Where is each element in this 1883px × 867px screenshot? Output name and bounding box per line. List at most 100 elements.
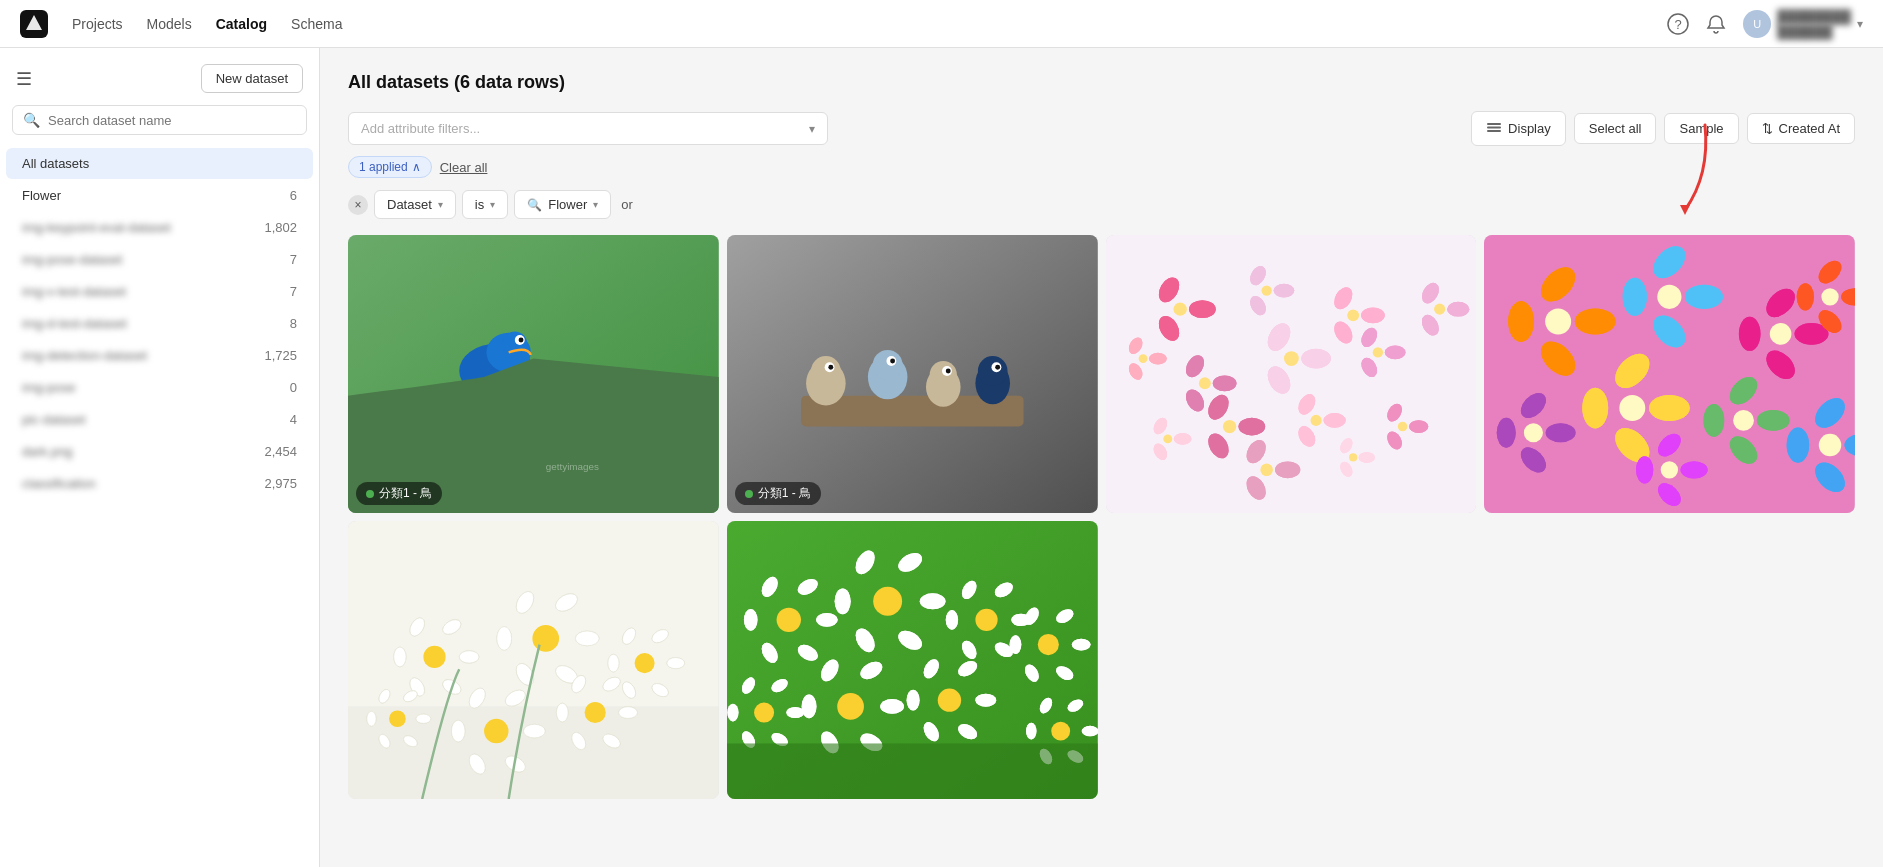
svg-point-51 (1361, 307, 1385, 323)
main-content: All datasets (6 data rows) Add attribute… (320, 48, 1883, 867)
svg-point-86 (1238, 418, 1265, 436)
sidebar-item-7[interactable]: img-pose0 (6, 372, 313, 403)
sidebar-item-count: 7 (290, 284, 297, 299)
sidebar-item-label: pic-dataset (22, 412, 86, 427)
help-icon[interactable]: ? (1667, 13, 1689, 35)
svg-point-261 (416, 714, 431, 723)
sidebar-menu-icon[interactable]: ☰ (16, 68, 32, 90)
svg-point-137 (1575, 309, 1616, 335)
svg-point-264 (367, 711, 376, 726)
sidebar-item-label: Flower (22, 188, 61, 203)
sidebar-item-label: All datasets (22, 156, 89, 171)
sidebar-items-list: All datasets Flower6img-keypoint-eval-dat… (0, 147, 319, 500)
sidebar-item-3[interactable]: img-pose-dataset7 (6, 244, 313, 275)
search-mini-icon: 🔍 (527, 198, 542, 212)
sort-created-at-button[interactable]: ⇅ Created At (1747, 113, 1855, 144)
svg-point-333 (975, 609, 997, 631)
svg-point-96 (1310, 415, 1321, 426)
sidebar-item-count: 1,802 (264, 220, 297, 235)
svg-point-146 (1685, 285, 1723, 309)
svg-point-211 (1636, 456, 1653, 483)
svg-point-346 (754, 703, 774, 723)
clear-all-button[interactable]: Clear all (440, 160, 488, 175)
image-cell-img2[interactable]: 分類1 - 鳥 (727, 235, 1098, 513)
svg-point-131 (1138, 354, 1147, 363)
svg-point-209 (1681, 461, 1708, 478)
image-cell-img6[interactable] (727, 521, 1098, 799)
sort-label: Created At (1779, 121, 1840, 136)
chip-field-select[interactable]: Dataset ▾ (374, 190, 456, 219)
chip-field-arrow-icon: ▾ (438, 199, 443, 210)
svg-rect-399 (727, 744, 1098, 800)
user-dropdown-icon: ▾ (1857, 17, 1863, 31)
svg-point-150 (1658, 285, 1682, 309)
image-cell-img5[interactable] (348, 521, 719, 799)
sidebar-item-label: img-detection-dataset (22, 348, 147, 363)
svg-point-22 (873, 350, 903, 380)
sidebar-item-count: 2,975 (264, 476, 297, 491)
svg-point-213 (1661, 461, 1678, 478)
sidebar-item-10[interactable]: classification 2,975 (6, 468, 313, 499)
search-icon: 🔍 (23, 112, 40, 128)
sidebar-item-1[interactable]: Flower6 (6, 180, 313, 211)
svg-point-68 (1283, 351, 1298, 366)
svg-point-40 (1173, 302, 1186, 315)
chip-operator-label: is (475, 197, 484, 212)
notification-icon[interactable] (1705, 13, 1727, 35)
chip-operator-select[interactable]: is ▾ (462, 190, 508, 219)
user-menu[interactable]: U ████████ ██████ ▾ (1743, 9, 1863, 39)
display-button[interactable]: Display (1471, 111, 1566, 146)
image-cell-img3[interactable] (1106, 235, 1477, 513)
sample-button[interactable]: Sample (1664, 113, 1738, 144)
svg-point-301 (816, 613, 838, 627)
svg-point-20 (828, 365, 833, 370)
svg-point-58 (1212, 375, 1236, 391)
svg-point-164 (1546, 423, 1576, 442)
image-grid: gettyimages 分類1 - 鳥 (348, 235, 1855, 799)
chip-remove-button[interactable]: × (348, 195, 368, 215)
svg-point-267 (389, 710, 406, 727)
svg-point-159 (1770, 323, 1792, 345)
sidebar-item-label: classification (22, 476, 96, 491)
sidebar-item-4[interactable]: img-v-test-dataset7 (6, 276, 313, 307)
nav-catalog[interactable]: Catalog (216, 12, 267, 36)
svg-point-110 (1260, 464, 1273, 477)
select-all-button[interactable]: Select all (1574, 113, 1657, 144)
logo-icon[interactable] (20, 10, 48, 38)
svg-point-398 (1051, 722, 1070, 741)
applied-filters-row: 1 applied ∧ Clear all (348, 156, 1855, 178)
svg-point-186 (1733, 410, 1754, 431)
chip-value-arrow-icon: ▾ (593, 199, 598, 210)
svg-point-304 (744, 609, 758, 631)
chip-field-label: Dataset (387, 197, 432, 212)
sidebar-item-8[interactable]: pic-dataset4 (6, 404, 313, 435)
svg-point-117 (1349, 453, 1357, 461)
svg-rect-15 (727, 235, 1098, 513)
svg-point-44 (1273, 284, 1294, 298)
svg-point-89 (1222, 420, 1235, 433)
svg-text:?: ? (1675, 17, 1682, 32)
display-label: Display (1508, 121, 1551, 136)
image-label-img2: 分類1 - 鳥 (735, 482, 821, 505)
svg-point-121 (1447, 302, 1469, 317)
new-dataset-button[interactable]: New dataset (201, 64, 303, 93)
attribute-filter-dropdown[interactable]: Add attribute filters... ▾ (348, 112, 828, 145)
search-input[interactable] (48, 113, 296, 128)
nav-schema[interactable]: Schema (291, 12, 342, 36)
nav-projects[interactable]: Projects (72, 12, 123, 36)
sidebar-item-9[interactable]: dark.png2,454 (6, 436, 313, 467)
image-cell-img4[interactable] (1484, 235, 1855, 513)
sidebar-item-5[interactable]: img-d-test-dataset8 (6, 308, 313, 339)
image-cell-img1[interactable]: gettyimages 分類1 - 鳥 (348, 235, 719, 513)
sidebar-item-2[interactable]: img-keypoint-eval-dataset1,802 (6, 212, 313, 243)
svg-point-330 (945, 610, 957, 630)
sidebar-item-0[interactable]: All datasets (6, 148, 313, 179)
svg-point-182 (1757, 410, 1790, 431)
svg-point-103 (1397, 422, 1407, 432)
svg-point-30 (978, 356, 1008, 386)
svg-point-128 (1149, 353, 1167, 365)
sidebar-item-6[interactable]: img-detection-dataset1,725 (6, 340, 313, 371)
sidebar-item-label: dark.png (22, 444, 73, 459)
label-text: 分類1 - 鳥 (758, 485, 811, 502)
nav-models[interactable]: Models (147, 12, 192, 36)
